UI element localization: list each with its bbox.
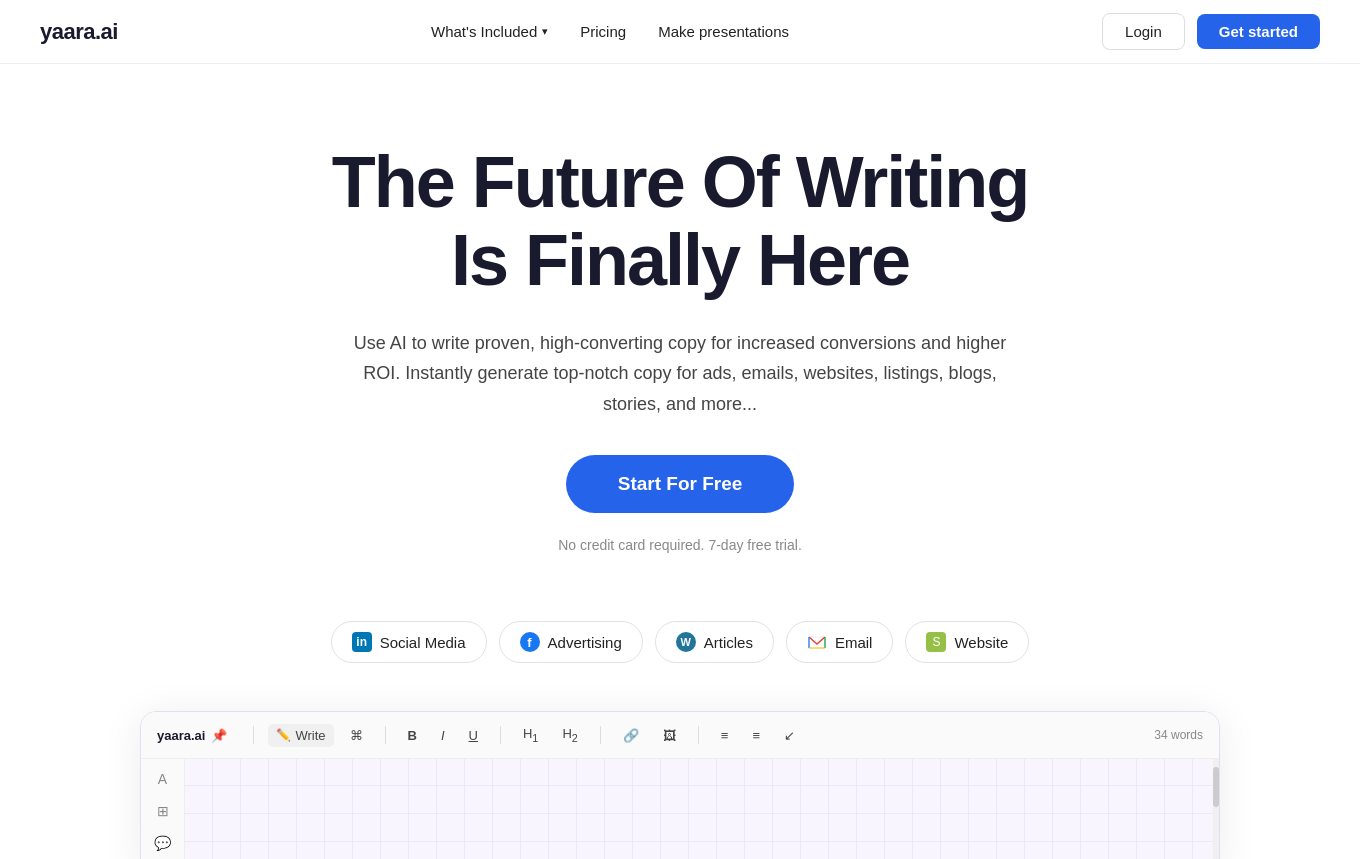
app-toolbar: yaara.ai 📌 ✏️ Write ⌘ B I U H1 H2 🔗 🖼 ≡ … [141, 712, 1219, 759]
toolbar-write-btn[interactable]: ✏️ Write [268, 724, 333, 747]
toolbar-separator-2 [385, 726, 386, 744]
toolbar-cmd-btn[interactable]: ⌘ [342, 724, 371, 747]
app-logo-text: yaara.ai [157, 728, 205, 743]
wordpress-icon: W [676, 632, 696, 652]
toolbar-list-unordered-btn[interactable]: ≡ [713, 724, 737, 747]
nav-link-whats-included[interactable]: What's Included ▾ [431, 23, 548, 40]
toolbar-italic-btn[interactable]: I [433, 724, 453, 747]
tag-articles[interactable]: W Articles [655, 621, 774, 663]
nav-links: What's Included ▾ Pricing Make presentat… [431, 23, 789, 40]
app-sidebar: A ⊞ 💬 [141, 759, 185, 859]
hero-note: No credit card required. 7-day free tria… [270, 537, 1090, 553]
app-preview-wrapper: yaara.ai 📌 ✏️ Write ⌘ B I U H1 H2 🔗 🖼 ≡ … [80, 691, 1280, 859]
sidebar-chat-icon[interactable]: 💬 [154, 835, 171, 851]
toolbar-h1-btn[interactable]: H1 [515, 722, 546, 748]
toolbar-image-btn[interactable]: 🖼 [655, 724, 684, 747]
toolbar-list-ordered-btn[interactable]: ≡ [744, 724, 768, 747]
start-for-free-button[interactable]: Start For Free [566, 455, 795, 513]
toolbar-h2-btn[interactable]: H2 [554, 722, 585, 748]
toolbar-format-clear-btn[interactable]: ↙ [776, 724, 803, 747]
app-content-area [185, 759, 1213, 859]
toolbar-link-btn[interactable]: 🔗 [615, 724, 647, 747]
toolbar-bold-btn[interactable]: B [400, 724, 425, 747]
nav-link-pricing[interactable]: Pricing [580, 23, 626, 40]
hero-subtitle: Use AI to write proven, high-converting … [340, 328, 1020, 420]
toolbar-separator-5 [698, 726, 699, 744]
chevron-down-icon: ▾ [542, 25, 548, 38]
toolbar-underline-btn[interactable]: U [461, 724, 486, 747]
category-tags: in Social Media f Advertising W Articles… [0, 593, 1360, 691]
nav-link-presentations[interactable]: Make presentations [658, 23, 789, 40]
facebook-icon: f [520, 632, 540, 652]
app-scrollbar[interactable] [1213, 759, 1219, 859]
toolbar-separator [253, 726, 254, 744]
pin-icon: 📌 [211, 728, 227, 743]
toolbar-separator-3 [500, 726, 501, 744]
sidebar-text-icon[interactable]: A [158, 771, 167, 787]
pencil-icon: ✏️ [276, 728, 291, 742]
app-toolbar-logo: yaara.ai 📌 [157, 728, 227, 743]
linkedin-icon: in [352, 632, 372, 652]
shopify-icon: S [926, 632, 946, 652]
tag-email[interactable]: Email [786, 621, 894, 663]
logo: yaara.ai [40, 19, 118, 45]
gmail-icon [807, 632, 827, 652]
app-preview: yaara.ai 📌 ✏️ Write ⌘ B I U H1 H2 🔗 🖼 ≡ … [140, 711, 1220, 859]
toolbar-separator-4 [600, 726, 601, 744]
tag-website[interactable]: S Website [905, 621, 1029, 663]
hero-title: The Future Of Writing Is Finally Here [270, 144, 1090, 300]
tag-advertising[interactable]: f Advertising [499, 621, 643, 663]
login-button[interactable]: Login [1102, 13, 1185, 50]
tag-social-media[interactable]: in Social Media [331, 621, 487, 663]
hero-section: The Future Of Writing Is Finally Here Us… [230, 64, 1130, 593]
navbar: yaara.ai What's Included ▾ Pricing Make … [0, 0, 1360, 64]
scrollbar-thumb [1213, 767, 1219, 807]
nav-actions: Login Get started [1102, 13, 1320, 50]
word-count: 34 words [1154, 728, 1203, 742]
sidebar-grid-icon[interactable]: ⊞ [157, 803, 169, 819]
get-started-button[interactable]: Get started [1197, 14, 1320, 49]
app-body: A ⊞ 💬 [141, 759, 1219, 859]
